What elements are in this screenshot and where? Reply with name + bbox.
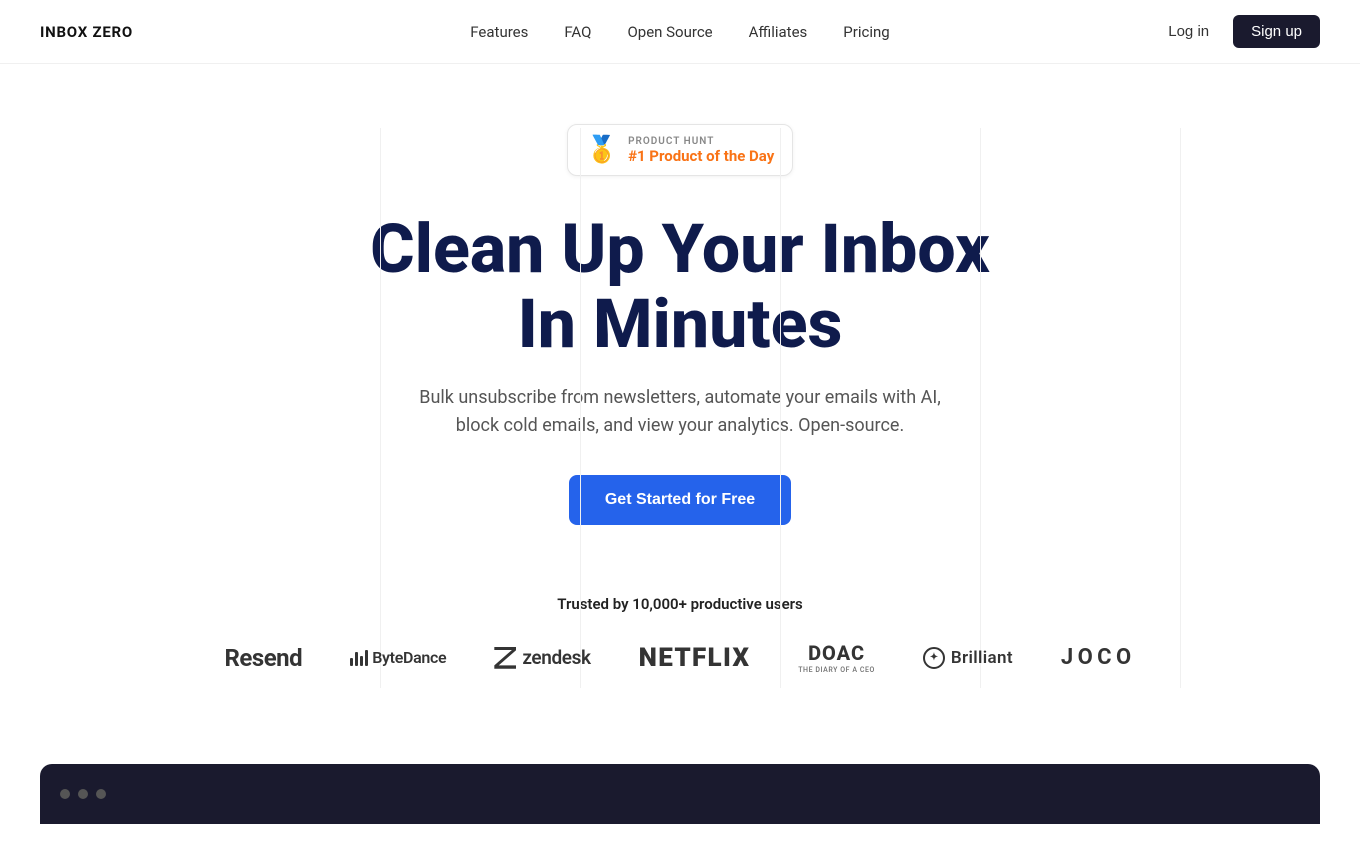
ph-title: #1 Product of the Day: [628, 147, 774, 165]
brand-logo[interactable]: INBOX ZERO: [40, 23, 133, 41]
logo-resend: Resend: [224, 644, 302, 672]
netflix-logo: NETFLIX: [639, 643, 751, 673]
hero-heading-line2: In Minutes: [518, 284, 843, 364]
nav-open-source[interactable]: Open Source: [627, 23, 712, 41]
preview-dot-1: [60, 789, 70, 799]
nav-pricing[interactable]: Pricing: [843, 23, 889, 41]
doac-logo: DOAC: [808, 641, 865, 665]
joco-logo: JOCO: [1061, 645, 1136, 670]
trust-section: Trusted by 10,000+ productive users Rese…: [20, 585, 1340, 704]
hero-heading: Clean Up Your Inbox In Minutes: [370, 212, 990, 362]
product-hunt-badge[interactable]: 🥇 PRODUCT HUNT #1 Product of the Day: [567, 124, 794, 176]
ph-label: PRODUCT HUNT: [628, 136, 774, 147]
login-button[interactable]: Log in: [1156, 17, 1221, 46]
nav-features[interactable]: Features: [470, 23, 528, 41]
nav-affiliates[interactable]: Affiliates: [749, 23, 808, 41]
medal-icon: 🥇: [586, 135, 618, 165]
zendesk-logo: zendesk: [522, 646, 590, 669]
logo-zendesk: zendesk: [494, 646, 590, 669]
nav-faq[interactable]: FAQ: [564, 23, 591, 41]
cta-button[interactable]: Get Started for Free: [569, 475, 791, 525]
hero-heading-line1: Clean Up Your Inbox: [370, 209, 990, 289]
hero-subtext: Bulk unsubscribe from newsletters, autom…: [410, 384, 950, 442]
zendesk-icon: [494, 647, 516, 669]
logo-doac: DOAC THE DIARY OF A CEO: [798, 641, 875, 674]
bytedance-bars-icon: [350, 650, 368, 666]
preview-hint: [40, 764, 1320, 824]
preview-dot-2: [78, 789, 88, 799]
ph-badge-text: PRODUCT HUNT #1 Product of the Day: [628, 136, 774, 165]
nav-links: Features FAQ Open Source Affiliates Pric…: [470, 23, 889, 41]
preview-dot-3: [96, 789, 106, 799]
logos-row: Resend ByteDance zendesk: [184, 641, 1175, 674]
bytedance-logo: ByteDance: [372, 648, 446, 667]
doac-subtitle: THE DIARY OF A CEO: [798, 666, 875, 674]
nav-actions: Log in Sign up: [1156, 15, 1320, 48]
logo-netflix: NETFLIX: [639, 643, 751, 673]
signup-button[interactable]: Sign up: [1233, 15, 1320, 48]
trust-label: Trusted by 10,000+ productive users: [557, 595, 803, 613]
logo-bytedance: ByteDance: [350, 648, 446, 667]
brilliant-logo: Brilliant: [951, 648, 1013, 668]
brilliant-icon: ✦: [923, 647, 945, 669]
logo-joco: JOCO: [1061, 645, 1136, 670]
resend-logo: Resend: [224, 644, 302, 672]
logo-brilliant: ✦ Brilliant: [923, 647, 1013, 669]
navbar: INBOX ZERO Features FAQ Open Source Affi…: [0, 0, 1360, 64]
hero-section: 🥇 PRODUCT HUNT #1 Product of the Day Cle…: [0, 64, 1360, 744]
hero-wrapper: 🥇 PRODUCT HUNT #1 Product of the Day Cle…: [0, 64, 1360, 744]
